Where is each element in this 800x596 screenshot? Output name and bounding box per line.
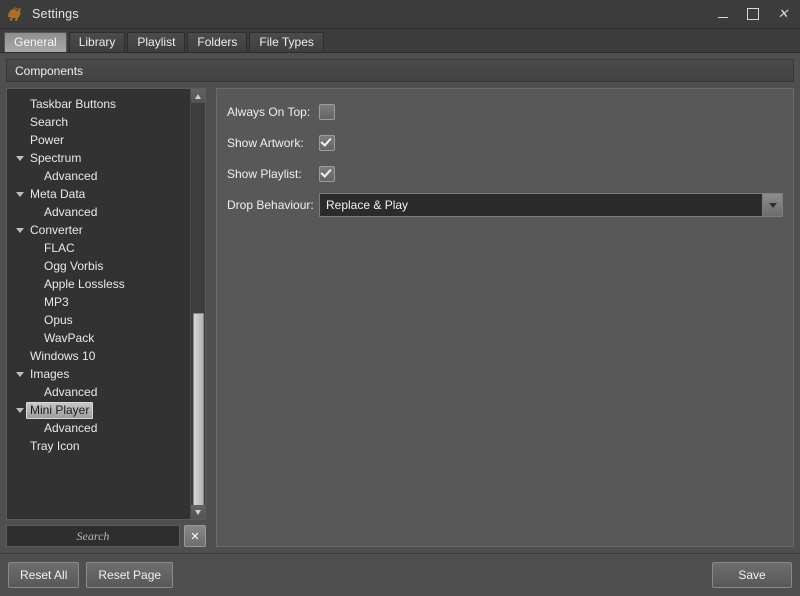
window-controls: ✕: [708, 0, 798, 28]
tree-item-label: Power: [26, 131, 68, 149]
close-icon[interactable]: ✕: [768, 2, 798, 26]
show-playlist-checkbox[interactable]: [319, 166, 335, 182]
maximize-icon[interactable]: [738, 2, 768, 26]
tree-item-mp3[interactable]: MP3: [7, 293, 190, 311]
tree-item-label: Search: [26, 113, 72, 131]
drop-behaviour-label: Drop Behaviour:: [227, 198, 319, 212]
tree-item-windows-10[interactable]: Windows 10: [7, 347, 190, 365]
tree-item-label: Opus: [40, 311, 77, 329]
tree-scrollbar[interactable]: [190, 89, 205, 519]
tree-item-flac[interactable]: FLAC: [7, 239, 190, 257]
clear-search-icon[interactable]: ✕: [184, 525, 206, 547]
tab-playlist[interactable]: Playlist: [127, 32, 185, 52]
tree-item-label: Windows 10: [26, 347, 99, 365]
expand-arrow-icon[interactable]: [13, 156, 26, 161]
always-on-top-checkbox[interactable]: [319, 104, 335, 120]
reset-page-button[interactable]: Reset Page: [86, 562, 173, 588]
scroll-up-icon[interactable]: [191, 89, 205, 103]
tree-item-label: FLAC: [40, 239, 79, 257]
tree-item-ogg-vorbis[interactable]: Ogg Vorbis: [7, 257, 190, 275]
show-artwork-checkbox[interactable]: [319, 135, 335, 151]
components-group-title: Components: [7, 64, 83, 78]
tree-item-label: Mini Player: [26, 402, 93, 419]
window-title: Settings: [32, 7, 79, 21]
tree-item-meta-data[interactable]: Meta Data: [7, 185, 190, 203]
tree-item-label: Advanced: [40, 383, 101, 401]
search-box[interactable]: [6, 525, 180, 547]
components-tree: Taskbar ButtonsSearchPowerSpectrumAdvanc…: [6, 88, 206, 520]
tree-item-label: Advanced: [40, 419, 101, 437]
tree-item-apple-lossless[interactable]: Apple Lossless: [7, 275, 190, 293]
drop-behaviour-field: Drop Behaviour: Replace & Play: [227, 194, 783, 216]
tab-bar: General Library Playlist Folders File Ty…: [0, 29, 800, 53]
settings-window: Settings ✕ General Library Playlist Fold…: [0, 0, 800, 596]
always-on-top-field: Always On Top:: [227, 101, 783, 123]
tree-item-advanced[interactable]: Advanced: [7, 419, 190, 437]
title-bar: Settings ✕: [0, 0, 800, 29]
tree-item-mini-player[interactable]: Mini Player: [7, 401, 190, 419]
expand-arrow-icon[interactable]: [13, 192, 26, 197]
tree-column: Taskbar ButtonsSearchPowerSpectrumAdvanc…: [6, 88, 206, 547]
tree-item-label: WavPack: [40, 329, 98, 347]
show-artwork-label: Show Artwork:: [227, 136, 319, 150]
tree-item-label: Apple Lossless: [40, 275, 129, 293]
chevron-down-icon[interactable]: [762, 194, 782, 216]
always-on-top-label: Always On Top:: [227, 105, 319, 119]
options-pane: Always On Top: Show Artwork: Show Playli…: [216, 88, 794, 547]
search-input[interactable]: [7, 527, 179, 545]
tree-item-converter[interactable]: Converter: [7, 221, 190, 239]
show-playlist-field: Show Playlist:: [227, 163, 783, 185]
tree-search-row: ✕: [6, 525, 206, 547]
app-horse-icon: [5, 4, 25, 24]
components-group-header: Components: [6, 59, 794, 82]
tree-item-advanced[interactable]: Advanced: [7, 383, 190, 401]
drop-behaviour-select[interactable]: Replace & Play: [319, 193, 783, 217]
show-artwork-field: Show Artwork:: [227, 132, 783, 154]
tree-item-label: Spectrum: [26, 149, 85, 167]
tree-item-label: MP3: [40, 293, 73, 311]
tree-item-label: Meta Data: [26, 185, 89, 203]
tree-item-label: Tray Icon: [26, 437, 84, 455]
reset-all-button[interactable]: Reset All: [8, 562, 79, 588]
tab-file-types[interactable]: File Types: [249, 32, 323, 52]
tree-item-advanced[interactable]: Advanced: [7, 203, 190, 221]
save-button[interactable]: Save: [712, 562, 792, 588]
tree-item-opus[interactable]: Opus: [7, 311, 190, 329]
scroll-down-icon[interactable]: [191, 505, 205, 519]
settings-body: Taskbar ButtonsSearchPowerSpectrumAdvanc…: [0, 82, 800, 553]
show-playlist-label: Show Playlist:: [227, 167, 319, 181]
expand-arrow-icon[interactable]: [13, 372, 26, 377]
tree-item-spectrum[interactable]: Spectrum: [7, 149, 190, 167]
scrollbar-thumb[interactable]: [193, 313, 204, 513]
tree-item-taskbar-buttons[interactable]: Taskbar Buttons: [7, 95, 190, 113]
minimize-icon[interactable]: [708, 2, 738, 26]
tab-library[interactable]: Library: [69, 32, 126, 52]
tree-item-label: Advanced: [40, 203, 101, 221]
tree-item-images[interactable]: Images: [7, 365, 190, 383]
tree-item-label: Taskbar Buttons: [26, 95, 120, 113]
footer-bar: Reset All Reset Page Save: [0, 553, 800, 596]
tree-item-advanced[interactable]: Advanced: [7, 167, 190, 185]
expand-arrow-icon[interactable]: [13, 408, 26, 413]
tab-folders[interactable]: Folders: [187, 32, 247, 52]
tab-general[interactable]: General: [4, 32, 67, 52]
tree-item-list: Taskbar ButtonsSearchPowerSpectrumAdvanc…: [7, 89, 190, 519]
tree-item-label: Converter: [26, 221, 87, 239]
tree-item-tray-icon[interactable]: Tray Icon: [7, 437, 190, 455]
drop-behaviour-value: Replace & Play: [320, 194, 762, 216]
tree-item-label: Images: [26, 365, 73, 383]
tree-item-label: Advanced: [40, 167, 101, 185]
tree-item-label: Ogg Vorbis: [40, 257, 107, 275]
expand-arrow-icon[interactable]: [13, 228, 26, 233]
tree-item-search[interactable]: Search: [7, 113, 190, 131]
tree-item-power[interactable]: Power: [7, 131, 190, 149]
tree-item-wavpack[interactable]: WavPack: [7, 329, 190, 347]
